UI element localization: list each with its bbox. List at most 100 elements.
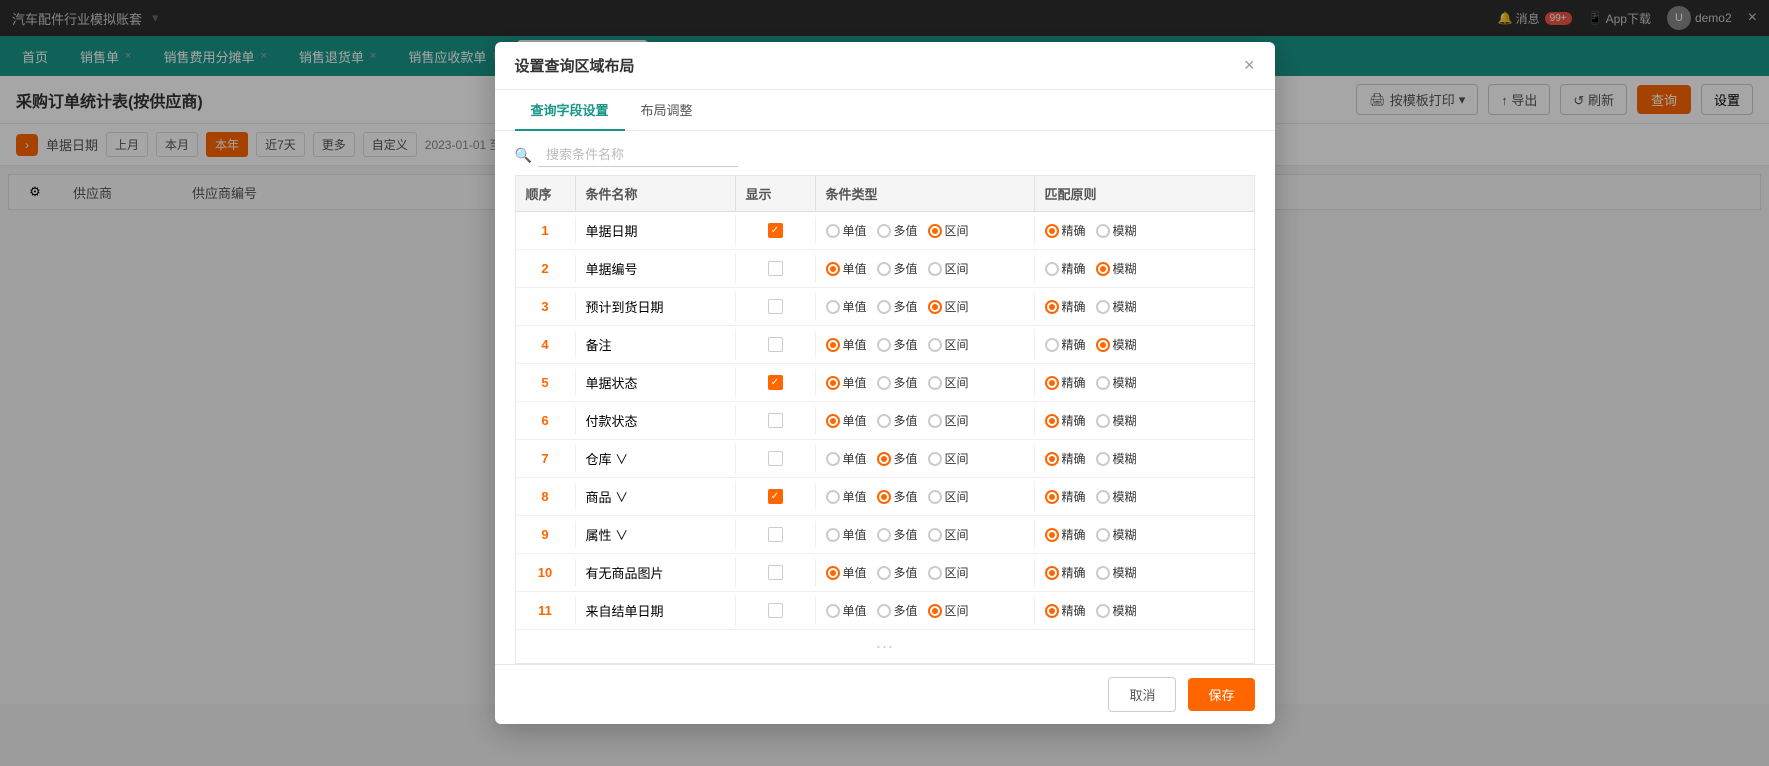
match-radio-match_fuzzy-1[interactable]: 模糊: [1096, 222, 1137, 239]
match-radio-match_fuzzy-4[interactable]: 模糊: [1096, 336, 1137, 353]
match-radio-match_fuzzy-8[interactable]: 模糊: [1096, 488, 1137, 505]
type-radio-type_range-8[interactable]: 区间: [928, 488, 969, 505]
row-display-8[interactable]: ✓: [736, 483, 816, 510]
match-radio-match_fuzzy-9[interactable]: 模糊: [1096, 526, 1137, 543]
match-radio-match_fuzzy-10[interactable]: 模糊: [1096, 564, 1137, 581]
match-radio-match_exact-5[interactable]: 精确: [1045, 374, 1086, 391]
match-radio-match_exact-6[interactable]: 精确: [1045, 412, 1086, 429]
match-radio-match_exact-1[interactable]: 精确: [1045, 222, 1086, 239]
type-radio-type_single-8[interactable]: 单值: [826, 488, 867, 505]
type-radio-type_multi-6[interactable]: 多值: [877, 412, 918, 429]
radio-circle-icon: [1045, 414, 1059, 428]
row-display-6[interactable]: [736, 407, 816, 434]
type-radio-type_multi-8[interactable]: 多值: [877, 488, 918, 505]
row-name-6: 付款状态: [576, 405, 736, 436]
dialog-close-button[interactable]: ×: [1244, 55, 1255, 76]
save-button[interactable]: 保存: [1188, 678, 1254, 711]
row-type-5: 单值多值区间: [816, 368, 1035, 397]
match-radio-match_exact-10[interactable]: 精确: [1045, 564, 1086, 581]
row-display-4[interactable]: [736, 331, 816, 358]
type-radio-type_multi-1[interactable]: 多值: [877, 222, 918, 239]
type-radio-type_multi-11[interactable]: 多值: [877, 602, 918, 619]
condition-search-input[interactable]: [538, 143, 738, 167]
type-radio-type_multi-7[interactable]: 多值: [877, 450, 918, 467]
row-display-9[interactable]: [736, 521, 816, 548]
display-checkbox-7[interactable]: [768, 451, 783, 466]
match-radio-match_fuzzy-3[interactable]: 模糊: [1096, 298, 1137, 315]
radio-circle-icon: [1096, 566, 1110, 580]
display-checkbox-3[interactable]: [768, 299, 783, 314]
radio-circle-icon: [826, 452, 840, 466]
match-radio-match_fuzzy-6[interactable]: 模糊: [1096, 412, 1137, 429]
type-radio-type_single-5[interactable]: 单值: [826, 374, 867, 391]
match-radio-match_fuzzy-7[interactable]: 模糊: [1096, 450, 1137, 467]
cancel-button[interactable]: 取消: [1108, 677, 1176, 712]
match-radio-match_exact-11[interactable]: 精确: [1045, 602, 1086, 619]
row-order-11: 11: [516, 597, 576, 624]
tab-query-fields[interactable]: 查询字段设置: [515, 90, 625, 131]
type-radio-type_single-11[interactable]: 单值: [826, 602, 867, 619]
type-radio-type_multi-2[interactable]: 多值: [877, 260, 918, 277]
row-display-11[interactable]: [736, 597, 816, 624]
type-radio-type_range-7[interactable]: 区间: [928, 450, 969, 467]
radio-circle-icon: [1045, 300, 1059, 314]
type-radio-type_range-10[interactable]: 区间: [928, 564, 969, 581]
type-radio-type_multi-4[interactable]: 多值: [877, 336, 918, 353]
display-checkbox-8[interactable]: ✓: [768, 489, 783, 504]
type-radio-type_multi-5[interactable]: 多值: [877, 374, 918, 391]
type-radio-type_multi-9[interactable]: 多值: [877, 526, 918, 543]
display-checkbox-11[interactable]: [768, 603, 783, 618]
type-radio-type_single-3[interactable]: 单值: [826, 298, 867, 315]
col-match-header: 匹配原则: [1035, 176, 1254, 211]
type-radio-type_range-11[interactable]: 区间: [928, 602, 969, 619]
type-radio-type_single-2[interactable]: 单值: [826, 260, 867, 277]
display-checkbox-1[interactable]: ✓: [768, 223, 783, 238]
display-checkbox-2[interactable]: [768, 261, 783, 276]
type-radio-type_multi-3[interactable]: 多值: [877, 298, 918, 315]
radio-circle-icon: [1045, 338, 1059, 352]
match-radio-match_exact-2[interactable]: 精确: [1045, 260, 1086, 277]
type-radio-type_range-5[interactable]: 区间: [928, 374, 969, 391]
type-radio-type_range-3[interactable]: 区间: [928, 298, 969, 315]
row-display-1[interactable]: ✓: [736, 217, 816, 244]
tab-layout-adjust[interactable]: 布局调整: [625, 90, 709, 131]
type-radio-type_single-1[interactable]: 单值: [826, 222, 867, 239]
type-radio-type_range-1[interactable]: 区间: [928, 222, 969, 239]
display-checkbox-6[interactable]: [768, 413, 783, 428]
row-display-3[interactable]: [736, 293, 816, 320]
row-display-7[interactable]: [736, 445, 816, 472]
radio-circle-icon: [928, 528, 942, 542]
match-radio-match_exact-9[interactable]: 精确: [1045, 526, 1086, 543]
match-radio-match_exact-7[interactable]: 精确: [1045, 450, 1086, 467]
type-radio-type_single-4[interactable]: 单值: [826, 336, 867, 353]
row-display-5[interactable]: ✓: [736, 369, 816, 396]
type-radio-type_single-7[interactable]: 单值: [826, 450, 867, 467]
match-radio-match_exact-8[interactable]: 精确: [1045, 488, 1086, 505]
match-radio-match_fuzzy-2[interactable]: 模糊: [1096, 260, 1137, 277]
radio-circle-icon: [826, 528, 840, 542]
radio-circle-icon: [1045, 604, 1059, 618]
match-radio-match_fuzzy-11[interactable]: 模糊: [1096, 602, 1137, 619]
table-row: 9属性 ∨单值多值区间精确模糊: [516, 516, 1254, 554]
display-checkbox-9[interactable]: [768, 527, 783, 542]
type-radio-type_single-6[interactable]: 单值: [826, 412, 867, 429]
match-radio-match_fuzzy-5[interactable]: 模糊: [1096, 374, 1137, 391]
row-display-2[interactable]: [736, 255, 816, 282]
display-checkbox-4[interactable]: [768, 337, 783, 352]
match-radio-match_exact-3[interactable]: 精确: [1045, 298, 1086, 315]
match-radio-match_exact-4[interactable]: 精确: [1045, 336, 1086, 353]
row-display-10[interactable]: [736, 559, 816, 586]
type-radio-type_single-9[interactable]: 单值: [826, 526, 867, 543]
display-checkbox-10[interactable]: [768, 565, 783, 580]
type-radio-type_range-2[interactable]: 区间: [928, 260, 969, 277]
type-radio-type_single-10[interactable]: 单值: [826, 564, 867, 581]
radio-circle-icon: [1045, 262, 1059, 276]
dialog-header: 设置查询区域布局 ×: [495, 42, 1275, 90]
type-radio-type_range-9[interactable]: 区间: [928, 526, 969, 543]
type-radio-type_multi-10[interactable]: 多值: [877, 564, 918, 581]
type-radio-type_range-4[interactable]: 区间: [928, 336, 969, 353]
settings-dialog: 设置查询区域布局 × 查询字段设置 布局调整 🔍 顺序 条件名称 显示 条件类型…: [495, 42, 1275, 724]
display-checkbox-5[interactable]: ✓: [768, 375, 783, 390]
radio-circle-icon: [1096, 376, 1110, 390]
type-radio-type_range-6[interactable]: 区间: [928, 412, 969, 429]
